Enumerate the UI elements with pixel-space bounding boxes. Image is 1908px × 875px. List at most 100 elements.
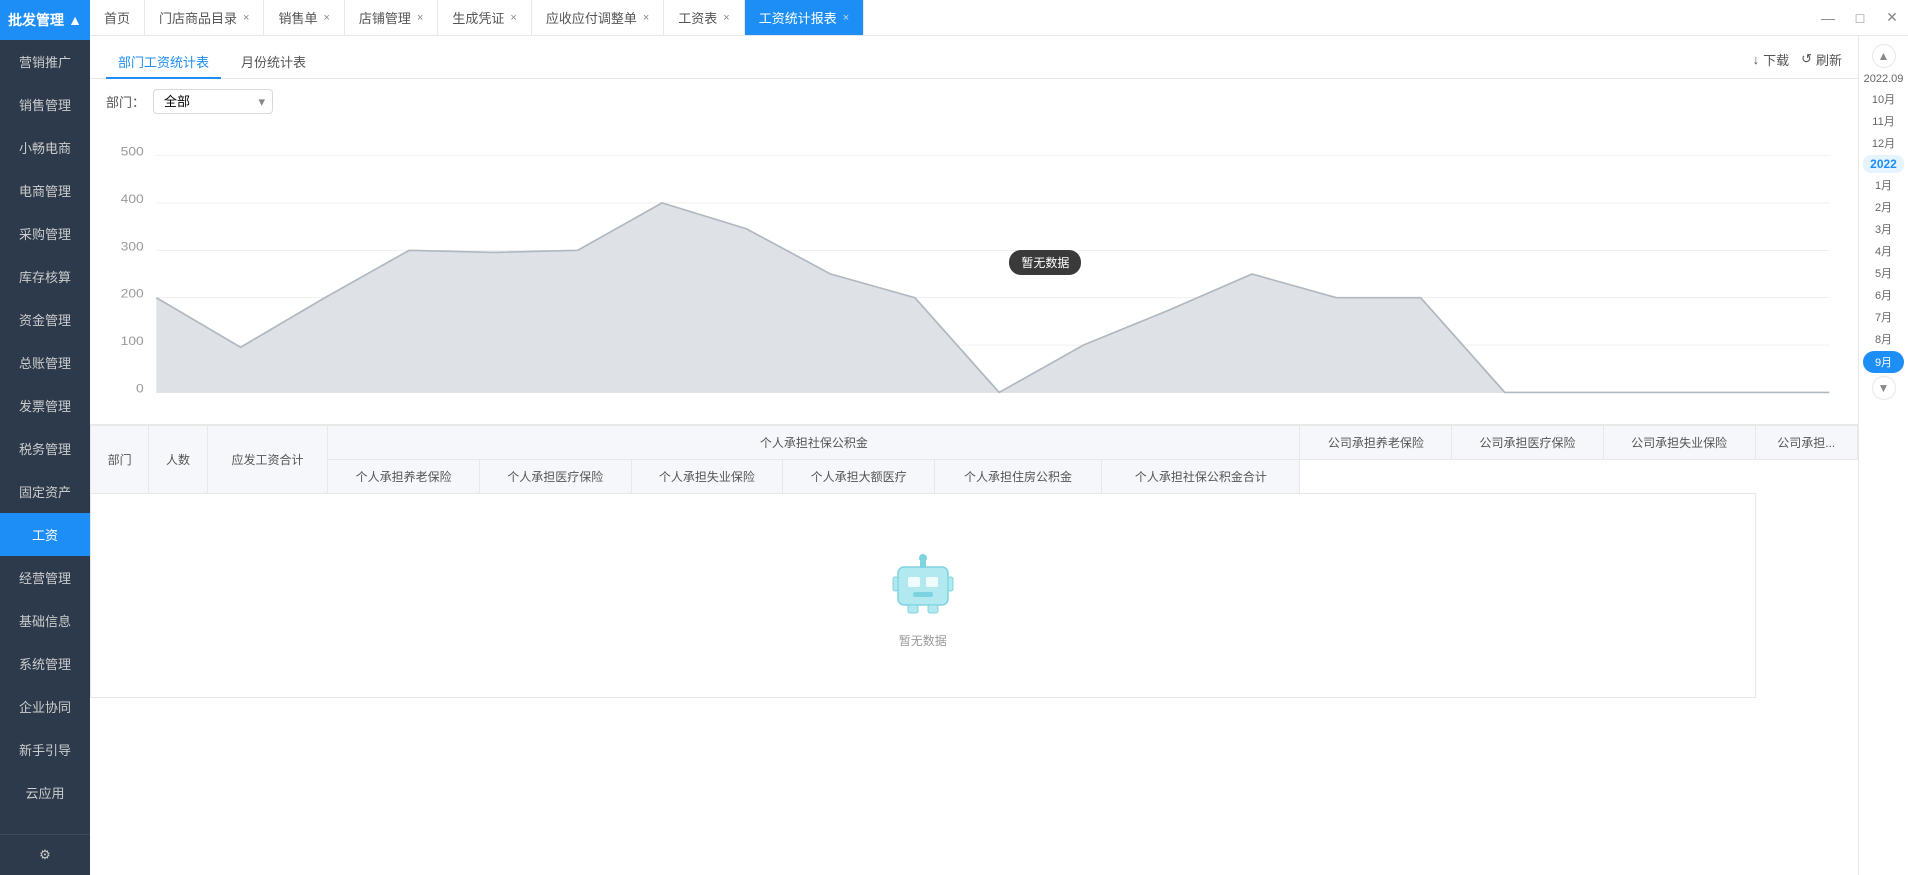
sidebar-item-7[interactable]: 总账管理: [0, 341, 90, 384]
timeline-panel: ▲ 2022.09 10月 11月 12月 2022 1月 2月 3月 4月 5…: [1858, 36, 1908, 875]
sidebar-item-12[interactable]: 经营管理: [0, 556, 90, 599]
sidebar-item-14[interactable]: 系统管理: [0, 642, 90, 685]
svg-text:500: 500: [121, 145, 144, 159]
timeline-month-6[interactable]: 6月: [1859, 284, 1908, 306]
empty-text: 暂无数据: [899, 632, 947, 649]
sub-tab-actions: ↓ 下载 ↺ 刷新: [1753, 50, 1842, 75]
tab-label-6: 工资表: [678, 8, 717, 27]
tab-close-2[interactable]: ×: [323, 12, 329, 24]
tab-2[interactable]: 销售单 ×: [264, 0, 344, 35]
tab-label-2: 销售单: [278, 8, 317, 27]
th-company-elderly: 公司承担养老保险: [1300, 426, 1452, 460]
tab-7[interactable]: 工资统计报表 ×: [745, 0, 864, 35]
timeline-month-nov[interactable]: 11月: [1859, 110, 1908, 132]
timeline-month-3[interactable]: 3月: [1859, 218, 1908, 240]
th-company-unemployment: 公司承担失业保险: [1603, 426, 1755, 460]
timeline-month-2[interactable]: 2月: [1859, 196, 1908, 218]
sidebar: 批发管理 ▲ 营销推广销售管理小畅电商电商管理采购管理库存核算资金管理总账管理发…: [0, 0, 90, 875]
maximize-button[interactable]: □: [1844, 2, 1876, 34]
sidebar-item-5[interactable]: 库存核算: [0, 255, 90, 298]
tab-0[interactable]: 首页: [90, 0, 145, 35]
sub-tab-0[interactable]: 部门工资统计表: [106, 46, 221, 79]
tab-5[interactable]: 应收应付调整单×: [532, 0, 664, 35]
department-select[interactable]: 全部: [153, 89, 273, 114]
sidebar-item-11[interactable]: 工资: [0, 513, 90, 556]
tab-close-1[interactable]: ×: [243, 12, 249, 24]
tab-label-0: 首页: [104, 8, 130, 27]
timeline-date-2022-09[interactable]: 2022.09: [1859, 70, 1908, 88]
timeline-month-dec[interactable]: 12月: [1859, 132, 1908, 154]
table-area[interactable]: 部门 人数 应发工资合计 个人承担社保公积金 公司承担养老保险 公司承担医疗保险…: [90, 424, 1858, 875]
sidebar-item-8[interactable]: 发票管理: [0, 384, 90, 427]
chart-svg: 0 100 200 300 400 500: [106, 134, 1842, 414]
timeline-month-8[interactable]: 8月: [1859, 328, 1908, 350]
timeline-month-1[interactable]: 1月: [1859, 174, 1908, 196]
timeline-month-4[interactable]: 4月: [1859, 240, 1908, 262]
sub-tabs: 部门工资统计表月份统计表 ↓ 下载 ↺ 刷新: [90, 36, 1858, 79]
sidebar-arrow-icon: ▲: [68, 12, 82, 28]
download-icon: ↓: [1753, 52, 1760, 67]
timeline-month-5[interactable]: 5月: [1859, 262, 1908, 284]
th-personal-insurance-group: 个人承担社保公积金: [328, 426, 1300, 460]
tab-label-4: 生成凭证: [452, 8, 504, 27]
tab-close-4[interactable]: ×: [510, 12, 516, 24]
tab-bar: 首页门店商品目录×销售单×店铺管理×生成凭证×应收应付调整单×工资表×工资统计报…: [90, 0, 1908, 36]
sidebar-item-13[interactable]: 基础信息: [0, 599, 90, 642]
sidebar-item-16[interactable]: 新手引导: [0, 728, 90, 771]
tab-close-5[interactable]: ×: [643, 12, 649, 24]
th-personal-total: 个人承担社保公积金合计: [1102, 460, 1300, 494]
sidebar-header[interactable]: 批发管理 ▲: [0, 0, 90, 40]
empty-icon: [883, 542, 963, 622]
timeline-month-7[interactable]: 7月: [1859, 306, 1908, 328]
empty-state: 暂无数据: [101, 502, 1745, 689]
tab-close-3[interactable]: ×: [417, 12, 423, 24]
th-headcount: 人数: [149, 426, 207, 494]
tab-label-3: 店铺管理: [359, 8, 411, 27]
refresh-button[interactable]: ↺ 刷新: [1801, 50, 1842, 69]
svg-text:100: 100: [121, 334, 144, 348]
department-label: 部门：: [106, 92, 145, 111]
timeline-year-2022: 2022: [1863, 155, 1904, 173]
department-select-wrapper: 全部: [153, 89, 273, 114]
svg-text:300: 300: [121, 239, 144, 253]
sidebar-item-3[interactable]: 电商管理: [0, 169, 90, 212]
timeline-month-9[interactable]: 9月: [1863, 351, 1904, 373]
sidebar-item-9[interactable]: 税务管理: [0, 427, 90, 470]
sidebar-footer-settings[interactable]: ⚙: [0, 834, 90, 875]
svg-text:200: 200: [121, 287, 144, 301]
tab-6[interactable]: 工资表 ×: [664, 0, 744, 35]
svg-text:400: 400: [121, 192, 144, 206]
sidebar-item-2[interactable]: 小畅电商: [0, 126, 90, 169]
sub-tab-1[interactable]: 月份统计表: [229, 46, 318, 79]
th-total-salary: 应发工资合计: [207, 426, 328, 494]
filter-bar: 部门： 全部: [90, 79, 1858, 124]
sidebar-item-0[interactable]: 营销推广: [0, 40, 90, 83]
tab-4[interactable]: 生成凭证 ×: [438, 0, 531, 35]
minimize-button[interactable]: —: [1812, 2, 1844, 34]
tab-label-7: 工资统计报表: [759, 8, 837, 27]
sidebar-item-17[interactable]: 云应用: [0, 771, 90, 814]
th-company-medical: 公司承担医疗保险: [1452, 426, 1604, 460]
refresh-icon: ↺: [1801, 51, 1812, 67]
tab-label-1: 门店商品目录: [159, 8, 237, 27]
sidebar-item-10[interactable]: 固定资产: [0, 470, 90, 513]
timeline-month-oct[interactable]: 10月: [1859, 88, 1908, 110]
chart-area: 0 100 200 300 400 500: [90, 124, 1858, 424]
sidebar-item-15[interactable]: 企业协同: [0, 685, 90, 728]
settings-icon: ⚙: [39, 847, 51, 862]
sidebar-item-6[interactable]: 资金管理: [0, 298, 90, 341]
sidebar-item-1[interactable]: 销售管理: [0, 83, 90, 126]
th-personal-unemployment: 个人承担失业保险: [631, 460, 783, 494]
svg-text:0: 0: [136, 381, 144, 395]
tab-close-7[interactable]: ×: [843, 12, 849, 24]
sidebar-item-4[interactable]: 采购管理: [0, 212, 90, 255]
tab-3[interactable]: 店铺管理 ×: [345, 0, 438, 35]
download-button[interactable]: ↓ 下载: [1753, 50, 1790, 69]
th-personal-housing: 个人承担住房公积金: [934, 460, 1101, 494]
timeline-up-button[interactable]: ▲: [1872, 44, 1896, 68]
timeline-down-button[interactable]: ▼: [1872, 376, 1896, 400]
th-personal-elderly: 个人承担养老保险: [328, 460, 480, 494]
tab-1[interactable]: 门店商品目录 ×: [145, 0, 264, 35]
close-button[interactable]: ✕: [1876, 2, 1908, 34]
tab-close-6[interactable]: ×: [723, 12, 729, 24]
